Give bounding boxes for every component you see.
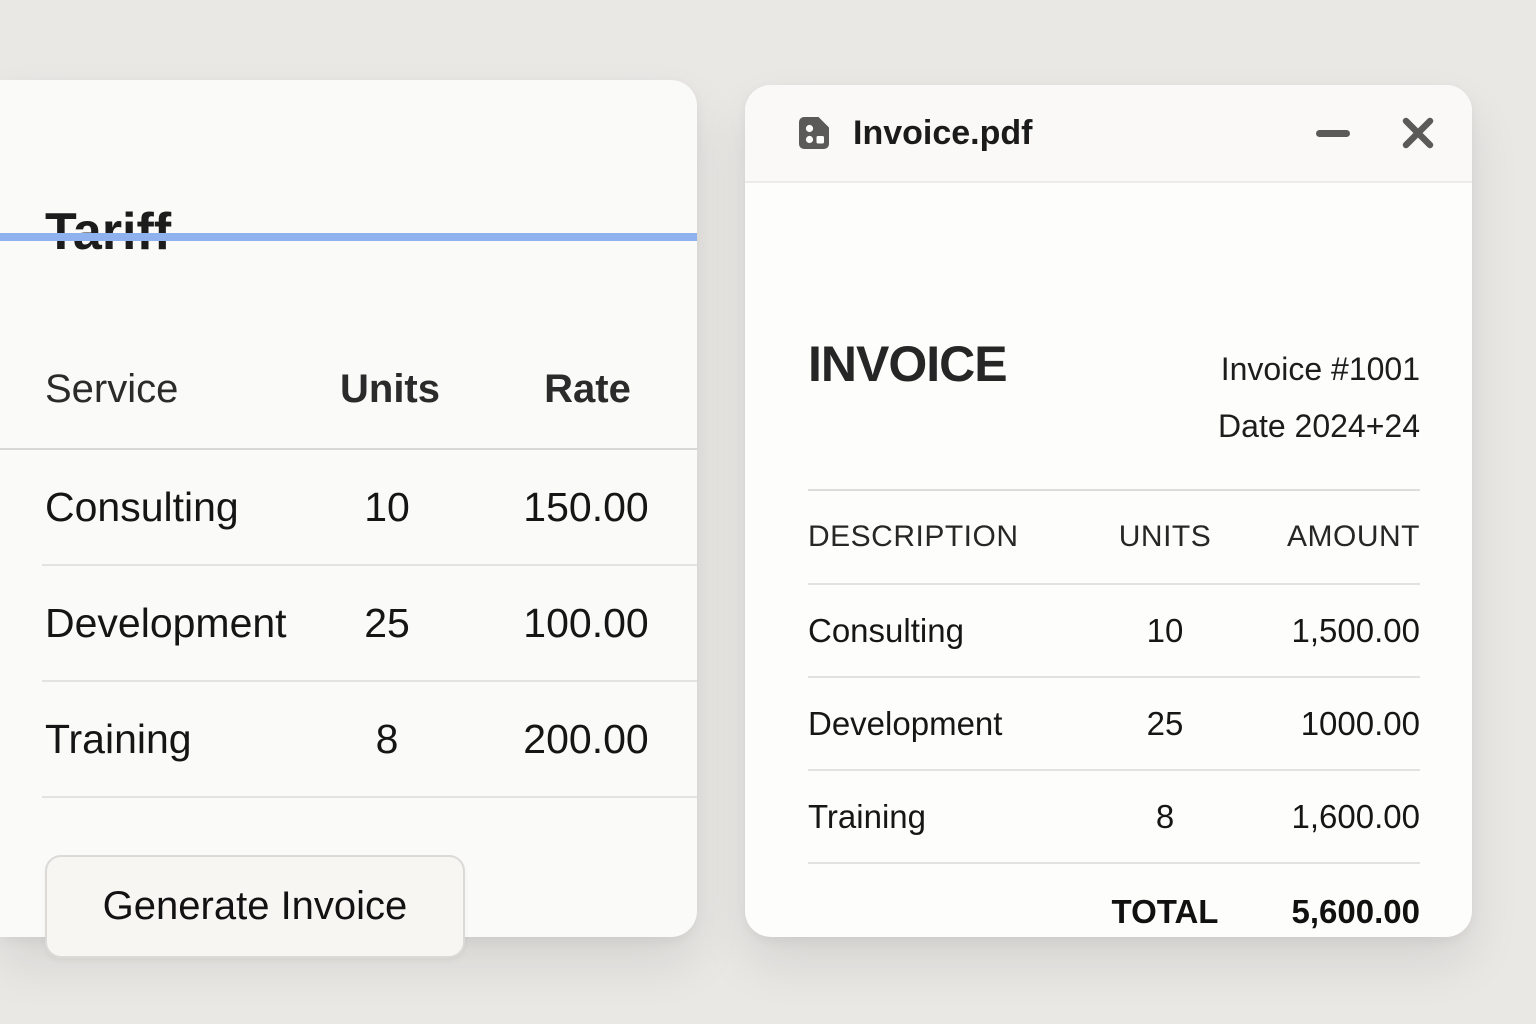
- minimize-icon: [1313, 113, 1353, 153]
- units-cell: 10: [364, 483, 410, 530]
- service-cell: Training: [45, 715, 192, 762]
- window-titlebar: Invoice.pdf: [745, 85, 1472, 183]
- invoice-total-row: TOTAL 5,600.00: [808, 864, 1420, 959]
- invoice-table-header: DESCRIPTION UNITS AMOUNT: [808, 491, 1420, 585]
- window-title: Invoice.pdf: [853, 113, 1033, 152]
- invoice-header-units: UNITS: [1118, 520, 1212, 553]
- tariff-header-service: Service: [45, 367, 179, 411]
- total-label: TOTAL: [1111, 892, 1219, 930]
- table-row: Consulting 10 1,500.00: [808, 585, 1420, 678]
- tariff-header-units: Units: [340, 367, 440, 411]
- generate-invoice-button[interactable]: Generate Invoice: [45, 855, 465, 958]
- invoice-number: Invoice #1001: [1220, 351, 1420, 387]
- close-button[interactable]: [1396, 111, 1440, 155]
- invoice-date: Date 2024+24: [1218, 408, 1420, 444]
- rate-cell: 200.00: [523, 715, 649, 762]
- table-row: Training 8 1,600.00: [808, 771, 1420, 864]
- invoice-meta: Invoice #1001 Date 2024+24: [1218, 341, 1420, 455]
- invoice-heading: INVOICE: [808, 336, 1008, 392]
- rate-cell: 150.00: [523, 483, 649, 530]
- invoice-header-amount: AMOUNT: [1287, 520, 1420, 553]
- amount-cell: 1,600.00: [1291, 797, 1420, 835]
- table-row: Development 25 100.00: [42, 566, 697, 682]
- table-row: Training 8 200.00: [42, 682, 697, 798]
- tariff-table-body: Consulting 10 150.00 Development 25 100.…: [42, 450, 697, 798]
- pdf-file-icon: [795, 113, 835, 153]
- tariff-panel: Tariff Service Units Rate Consulting 10 …: [0, 80, 697, 958]
- minimize-button[interactable]: [1311, 111, 1355, 155]
- units-cell: 8: [1155, 797, 1175, 835]
- invoice-pdf-window: Invoice.pdf INVOICE Invoice #1001 Date 2…: [745, 85, 1472, 937]
- units-cell: 25: [364, 599, 410, 646]
- tariff-table-header: Service Units Rate: [0, 241, 697, 450]
- table-row: Development 25 1000.00: [808, 678, 1420, 771]
- description-cell: Development: [808, 704, 1003, 742]
- rate-cell: 100.00: [523, 599, 649, 646]
- units-cell: 25: [1146, 704, 1184, 742]
- units-cell: 10: [1146, 611, 1184, 649]
- service-cell: Consulting: [45, 483, 239, 530]
- close-icon: [1398, 113, 1438, 153]
- total-amount: 5,600.00: [1291, 892, 1420, 930]
- service-cell: Development: [45, 599, 287, 646]
- units-cell: 8: [375, 715, 399, 762]
- tariff-header-rate: Rate: [544, 367, 631, 411]
- invoice-header-description: DESCRIPTION: [808, 520, 1019, 553]
- amount-cell: 1,500.00: [1291, 611, 1420, 649]
- table-row: Consulting 10 150.00: [42, 450, 697, 566]
- amount-cell: 1000.00: [1300, 704, 1420, 742]
- invoice-table: DESCRIPTION UNITS AMOUNT Consulting 10 1…: [808, 489, 1420, 959]
- description-cell: Consulting: [808, 611, 964, 649]
- accent-divider: [0, 233, 697, 241]
- description-cell: Training: [808, 797, 926, 835]
